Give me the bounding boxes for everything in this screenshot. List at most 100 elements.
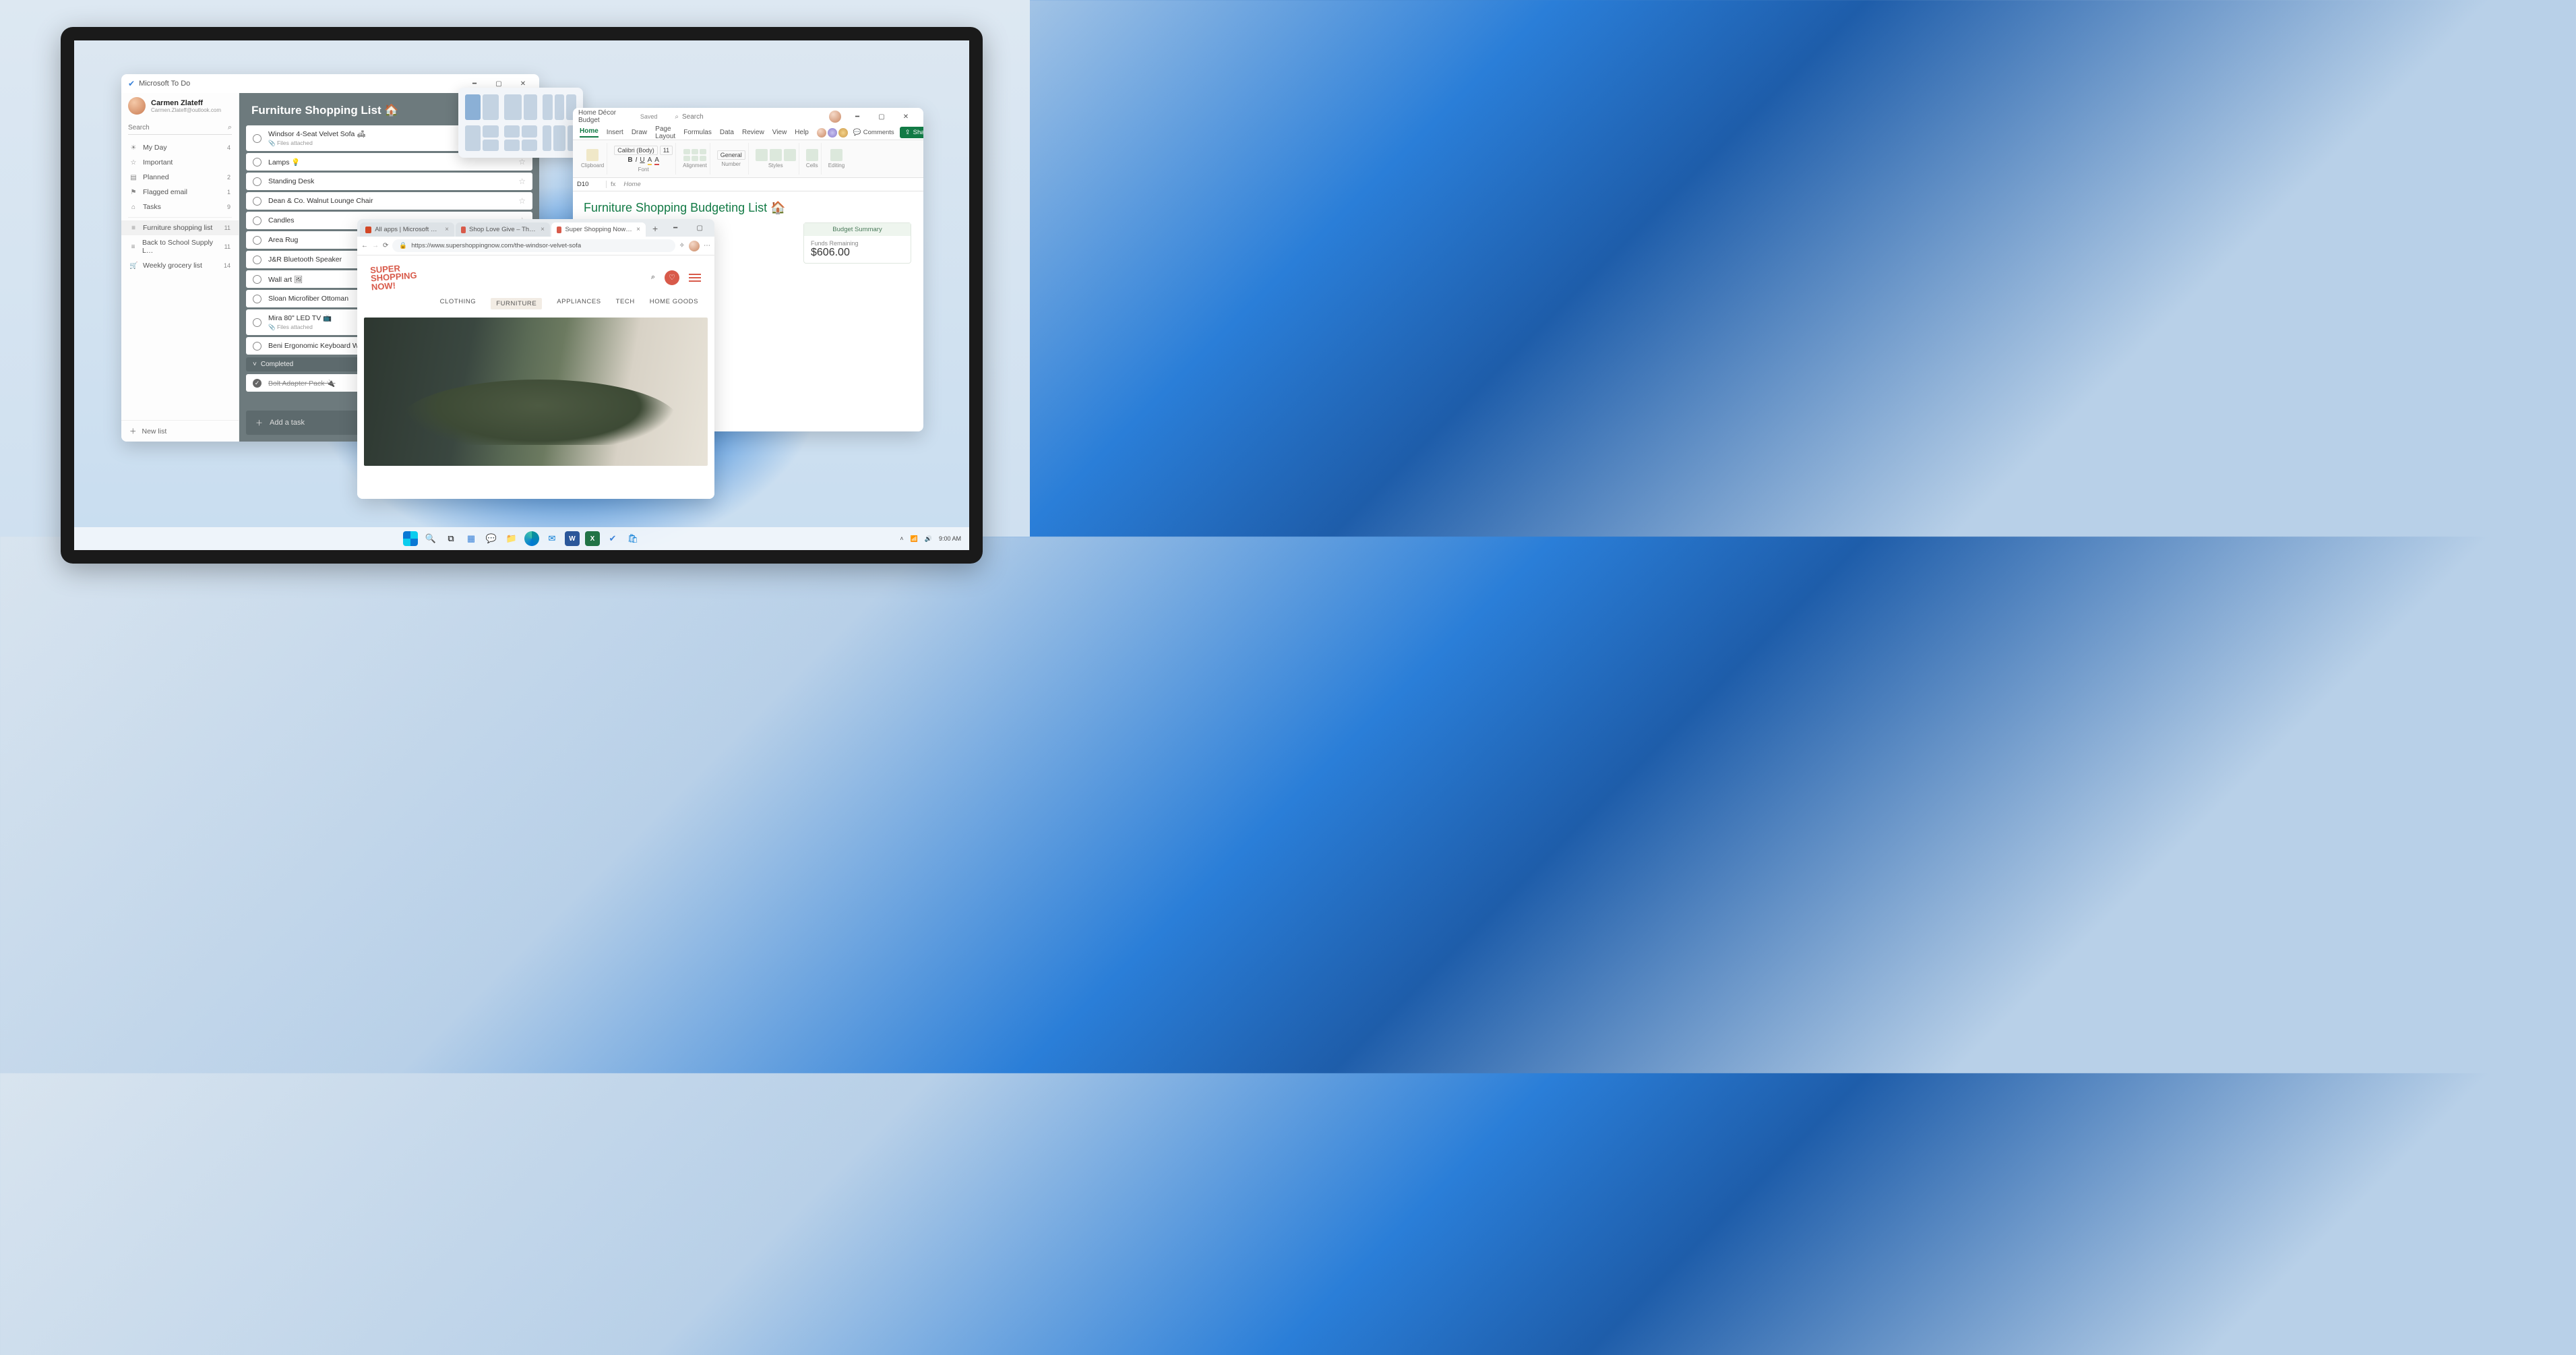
nav-link[interactable]: HOME GOODS	[650, 298, 698, 309]
close-button[interactable]: ✕	[712, 220, 714, 236]
task-checkbox[interactable]	[253, 236, 262, 245]
ribbon-tab[interactable]: Home	[580, 127, 599, 138]
ribbon-tab[interactable]: Help	[795, 129, 809, 136]
align-icon[interactable]	[683, 156, 690, 161]
menu-button[interactable]	[689, 274, 701, 282]
close-tab-icon[interactable]: ×	[636, 226, 640, 233]
comments-button[interactable]: 💬Comments	[853, 129, 894, 136]
align-icon[interactable]	[692, 156, 698, 161]
presence-avatar[interactable]	[838, 128, 848, 138]
avatar[interactable]	[829, 111, 841, 123]
ribbon-tab[interactable]: View	[772, 129, 787, 136]
task-checkbox[interactable]	[253, 318, 262, 327]
nav-link[interactable]: FURNITURE	[491, 298, 542, 309]
snap-layout-option[interactable]	[543, 94, 576, 120]
insert-cells-icon[interactable]	[806, 149, 818, 161]
presence-avatar[interactable]	[817, 128, 826, 138]
sidebar-item[interactable]: ⚑Flagged email1	[121, 185, 239, 200]
start-button[interactable]	[403, 531, 418, 546]
align-icon[interactable]	[700, 149, 706, 154]
font-size-select[interactable]: 11	[660, 146, 673, 155]
snap-layout-option[interactable]	[504, 125, 538, 151]
task-checkbox[interactable]	[253, 197, 262, 206]
excel-icon[interactable]: X	[585, 531, 600, 546]
browser-tab[interactable]: Shop Love Give – The Prospect…×	[456, 222, 550, 237]
task-checkbox[interactable]	[253, 255, 262, 264]
task-checkbox[interactable]	[253, 379, 262, 388]
ribbon-tab[interactable]: Review	[742, 129, 764, 136]
fill-color-button[interactable]: A	[648, 156, 652, 165]
align-icon[interactable]	[683, 149, 690, 154]
search-icon[interactable]: ⌕	[651, 273, 655, 282]
todo-icon[interactable]: ✔	[605, 531, 620, 546]
minimize-button[interactable]: ━	[845, 109, 869, 125]
close-tab-icon[interactable]: ×	[541, 226, 545, 233]
task-item[interactable]: Standing Desk☆	[246, 173, 532, 190]
format-table-icon[interactable]	[770, 149, 782, 161]
browser-tab[interactable]: All apps | Microsoft Office×	[360, 222, 454, 237]
chat-icon[interactable]: 💬	[484, 531, 499, 546]
nav-link[interactable]: TECH	[616, 298, 635, 309]
cell-reference[interactable]: D10	[573, 181, 607, 188]
menu-icon[interactable]: ⋯	[704, 242, 710, 249]
star-icon[interactable]: ☆	[518, 157, 526, 167]
excel-search[interactable]: ⌕	[675, 113, 771, 121]
sidebar-item[interactable]: ⌂Tasks9	[121, 200, 239, 214]
task-checkbox[interactable]	[253, 275, 262, 284]
site-logo[interactable]: SUPER SHOPPING NOW!	[370, 264, 418, 292]
back-button[interactable]: ←	[361, 242, 368, 249]
ribbon-tab[interactable]: Page Layout	[655, 125, 675, 140]
conditional-format-icon[interactable]	[756, 149, 768, 161]
wifi-icon[interactable]: 📶	[911, 535, 918, 543]
nav-link[interactable]: APPLIANCES	[557, 298, 601, 309]
align-icon[interactable]	[692, 149, 698, 154]
task-checkbox[interactable]	[253, 216, 262, 225]
avatar[interactable]	[689, 241, 700, 251]
italic-button[interactable]: I	[636, 156, 638, 165]
maximize-button[interactable]: ▢	[687, 220, 712, 236]
new-list-button[interactable]: ＋ New list	[121, 420, 239, 442]
share-button[interactable]: ⇪Share	[900, 127, 923, 138]
mail-icon[interactable]: ✉	[545, 531, 559, 546]
underline-button[interactable]: U	[640, 156, 644, 165]
align-icon[interactable]	[700, 156, 706, 161]
ribbon-tab[interactable]: Data	[720, 129, 734, 136]
sidebar-item[interactable]: ☆Important	[121, 155, 239, 170]
minimize-button[interactable]: ━	[663, 220, 687, 236]
volume-icon[interactable]: 🔊	[925, 535, 932, 543]
task-checkbox[interactable]	[253, 158, 262, 167]
paste-icon[interactable]	[586, 149, 599, 161]
sidebar-item[interactable]: ≡Back to School Supply L…11	[121, 235, 239, 258]
task-item[interactable]: Dean & Co. Walnut Lounge Chair☆	[246, 192, 532, 210]
explorer-icon[interactable]: 📁	[504, 531, 519, 546]
task-view-icon[interactable]: ⧉	[443, 531, 458, 546]
cell-styles-icon[interactable]	[784, 149, 796, 161]
snap-layout-option[interactable]	[465, 125, 499, 151]
system-tray[interactable]: ˄ 📶 🔊 9:00 AM	[900, 535, 961, 543]
sidebar-item[interactable]: ☀My Day4	[121, 140, 239, 155]
sidebar-item[interactable]: ≡Furniture shopping list11	[121, 220, 239, 235]
wishlist-button[interactable]: ♡	[665, 270, 679, 285]
browser-tab[interactable]: Super Shopping Now | The W…×	[551, 222, 646, 237]
clock[interactable]: 9:00 AM	[939, 535, 961, 542]
close-button[interactable]: ✕	[894, 109, 918, 125]
task-checkbox[interactable]	[253, 134, 262, 143]
search-icon[interactable]: 🔍	[423, 531, 438, 546]
task-checkbox[interactable]	[253, 177, 262, 186]
sidebar-item[interactable]: ▤Planned2	[121, 170, 239, 185]
todo-profile[interactable]: Carmen Zlateff Carmen.Zlateff@outlook.co…	[121, 93, 239, 119]
collections-icon[interactable]: ✧	[679, 242, 685, 249]
star-icon[interactable]: ☆	[518, 177, 526, 186]
font-name-select[interactable]: Calibri (Body)	[614, 146, 658, 155]
star-icon[interactable]: ☆	[518, 196, 526, 206]
search-input[interactable]	[682, 113, 771, 121]
chevron-up-icon[interactable]: ˄	[900, 535, 903, 542]
search-input[interactable]	[128, 124, 228, 131]
new-tab-button[interactable]: +	[647, 220, 663, 237]
ribbon-tab[interactable]: Formulas	[683, 129, 712, 136]
task-checkbox[interactable]	[253, 342, 262, 351]
word-icon[interactable]: W	[565, 531, 580, 546]
sidebar-item[interactable]: 🛒Weekly grocery list14	[121, 258, 239, 273]
snap-layout-option[interactable]	[465, 94, 499, 120]
ribbon-tab[interactable]: Insert	[607, 129, 623, 136]
